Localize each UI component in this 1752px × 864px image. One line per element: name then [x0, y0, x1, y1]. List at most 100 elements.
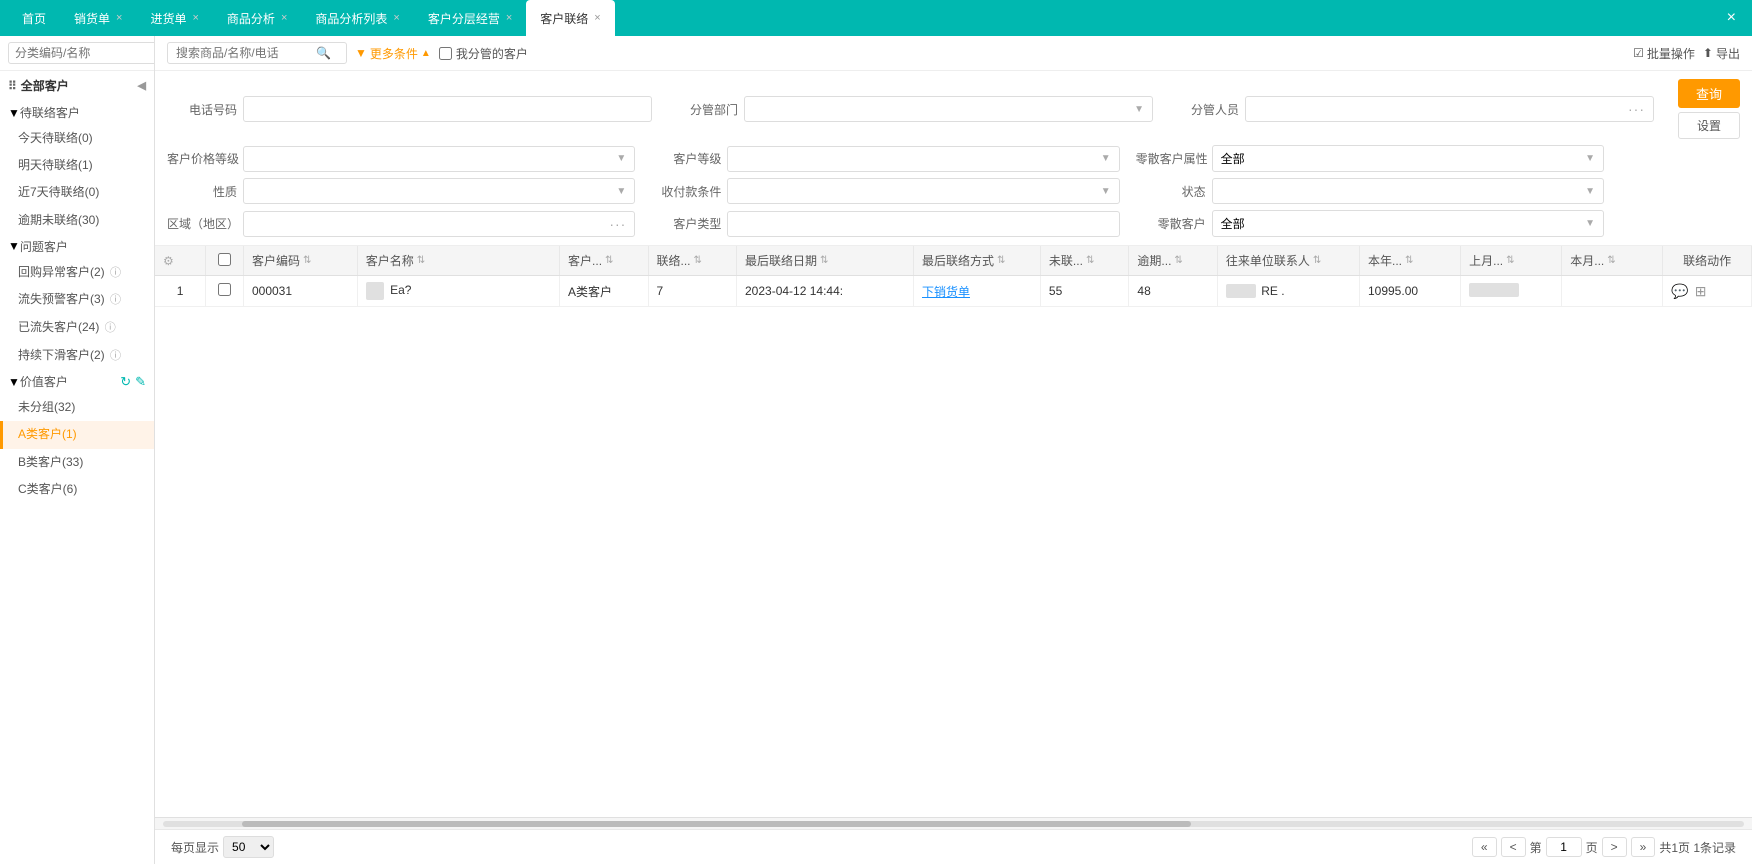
row-checkbox[interactable]	[218, 283, 231, 296]
horizontal-scrollbar[interactable]	[155, 817, 1752, 829]
payment-select[interactable]: ▼	[727, 178, 1119, 204]
close-tab-sales[interactable]: ×	[116, 12, 122, 24]
action-icons-container: 💬 ⊞	[1671, 283, 1743, 300]
scrollbar-thumb[interactable]	[242, 821, 1191, 827]
status-select[interactable]: ▼	[1212, 178, 1604, 204]
col-header-last-date[interactable]: 最后联络日期 ⇅	[737, 246, 914, 276]
sidebar-item-tomorrow[interactable]: 明天待联络(1)	[0, 152, 154, 179]
all-customers-header[interactable]: ⠿ 全部客户 ◀	[0, 71, 154, 100]
col-header-name[interactable]: 客户名称 ⇅	[357, 246, 559, 276]
edit-value-icon[interactable]: ✎	[135, 374, 146, 390]
window-close-button[interactable]: ×	[1719, 9, 1744, 27]
tab-product-list[interactable]: 商品分析列表 ×	[301, 0, 413, 36]
col-header-contact[interactable]: 联络... ⇅	[648, 246, 736, 276]
sidebar-item-churned[interactable]: 已流失客户(24) ⓘ	[0, 314, 154, 342]
retail-select[interactable]: 全部▼	[1212, 210, 1604, 237]
group-problem-customers: ▼ 问题客户	[0, 234, 154, 259]
cell-checkbox[interactable]	[206, 276, 244, 307]
batch-op-icon: ☑	[1633, 46, 1644, 60]
customer-level-chevron: ▼	[1101, 153, 1111, 164]
customer-level-label: 客户等级	[651, 150, 721, 167]
export-button[interactable]: ⬆ 导出	[1703, 45, 1740, 62]
sidebar-item-today[interactable]: 今天待联络(0)	[0, 125, 154, 152]
triangle-icon-value: ▼	[8, 375, 20, 389]
query-button[interactable]: 查询	[1678, 79, 1740, 108]
col-header-last-method[interactable]: 最后联络方式 ⇅	[913, 246, 1040, 276]
cell-num: 1	[155, 276, 206, 307]
filter-status: 状态 ▼	[1136, 178, 1604, 204]
sidebar-item-7days[interactable]: 近7天待联络(0)	[0, 179, 154, 206]
close-tab-product-analysis[interactable]: ×	[281, 12, 287, 24]
tab-product-analysis[interactable]: 商品分析 ×	[213, 0, 301, 36]
last-page-button[interactable]: »	[1631, 837, 1656, 857]
tab-customer-contact[interactable]: 客户联络 ×	[526, 0, 614, 36]
export-icon: ⬆	[1703, 46, 1713, 60]
close-tab-customer-segment[interactable]: ×	[506, 12, 512, 24]
batch-op-button[interactable]: ☑ 批量操作	[1633, 45, 1695, 62]
price-level-chevron: ▼	[616, 153, 626, 164]
collapse-icon[interactable]: ◀	[138, 79, 146, 92]
filter-search-input[interactable]	[176, 46, 316, 60]
phone-label: 电话号码	[167, 101, 237, 118]
col-header-class[interactable]: 客户... ⇅	[560, 246, 648, 276]
col-header-overdue[interactable]: 逾期... ⇅	[1129, 246, 1217, 276]
settings-col-icon[interactable]: ⚙	[163, 254, 174, 268]
col-header-unlink-days[interactable]: 未联... ⇅	[1040, 246, 1128, 276]
page-size-select[interactable]: 50 100	[223, 836, 274, 858]
my-customers-check[interactable]	[439, 47, 452, 60]
retail-label: 零散客户	[1136, 215, 1206, 232]
close-tab-product-list[interactable]: ×	[393, 12, 399, 24]
cell-last-month	[1461, 276, 1562, 307]
cell-unlink-days: 55	[1040, 276, 1128, 307]
sidebar-item-class-c[interactable]: C类客户(6)	[0, 476, 154, 503]
col-header-year-amount[interactable]: 本年... ⇅	[1359, 246, 1460, 276]
qr-icon[interactable]: ⊞	[1695, 283, 1707, 300]
col-header-this-month[interactable]: 本月... ⇅	[1562, 246, 1663, 276]
phone-input[interactable]	[243, 96, 652, 122]
tab-customer-segment[interactable]: 客户分层经营 ×	[414, 0, 526, 36]
price-level-select[interactable]: ▼	[243, 146, 635, 172]
tab-home[interactable]: 首页	[8, 0, 60, 36]
customer-level-select[interactable]: ▼	[727, 146, 1119, 172]
chat-icon[interactable]: 💬	[1671, 283, 1688, 300]
last-method-link[interactable]: 下销货单	[922, 285, 970, 299]
page-number-input[interactable]	[1546, 837, 1582, 857]
select-all-checkbox[interactable]	[218, 253, 231, 266]
sidebar-item-churn-warning[interactable]: 流失预警客户(3) ⓘ	[0, 286, 154, 314]
first-page-button[interactable]: «	[1472, 837, 1497, 857]
page-size-container: 每页显示 50 100	[171, 836, 274, 858]
region-input[interactable]: ···	[243, 211, 635, 237]
my-customers-checkbox[interactable]: 我分管的客户	[439, 45, 528, 62]
sort-icon-last-month: ⇅	[1506, 255, 1514, 266]
sidebar-item-declining[interactable]: 持续下滑客户(2) ⓘ	[0, 342, 154, 370]
tab-sales[interactable]: 销货单 ×	[60, 0, 136, 36]
tab-purchase[interactable]: 进货单 ×	[136, 0, 212, 36]
settings-button[interactable]: 设置	[1678, 112, 1740, 139]
sidebar-item-abnormal[interactable]: 回购异常客户(2) ⓘ	[0, 259, 154, 287]
cell-this-month	[1562, 276, 1663, 307]
next-page-button[interactable]: >	[1602, 837, 1627, 857]
dept-select[interactable]: ▼	[744, 96, 1153, 122]
sidebar-item-unclassified[interactable]: 未分组(32)	[0, 394, 154, 421]
scrollbar-track	[163, 821, 1744, 827]
filter-search-icon[interactable]: 🔍	[316, 46, 331, 60]
col-header-code[interactable]: 客户编码 ⇅	[243, 246, 357, 276]
col-header-checkbox[interactable]	[206, 246, 244, 276]
prev-page-button[interactable]: <	[1501, 837, 1526, 857]
retail-attr-select[interactable]: 全部▼	[1212, 145, 1604, 172]
sort-icon-prev-contact: ⇅	[1313, 255, 1321, 266]
col-header-prev-contact[interactable]: 往来单位联系人 ⇅	[1217, 246, 1359, 276]
more-conditions-btn[interactable]: ▼ 更多条件 ▲	[355, 45, 431, 62]
sidebar-search-input[interactable]	[8, 42, 155, 64]
nature-select[interactable]: ▼	[243, 178, 635, 204]
refresh-value-icon[interactable]: ↻	[120, 374, 131, 390]
close-tab-customer-contact[interactable]: ×	[594, 12, 600, 24]
manager-input[interactable]: ···	[1245, 96, 1654, 122]
close-tab-purchase[interactable]: ×	[192, 12, 198, 24]
sidebar-item-class-a[interactable]: A类客户(1)	[0, 421, 154, 448]
customer-avatar	[366, 282, 384, 300]
col-header-last-month[interactable]: 上月... ⇅	[1461, 246, 1562, 276]
customer-type-select[interactable]	[727, 211, 1119, 237]
sidebar-item-overdue[interactable]: 逾期未联络(30)	[0, 207, 154, 234]
sidebar-item-class-b[interactable]: B类客户(33)	[0, 449, 154, 476]
